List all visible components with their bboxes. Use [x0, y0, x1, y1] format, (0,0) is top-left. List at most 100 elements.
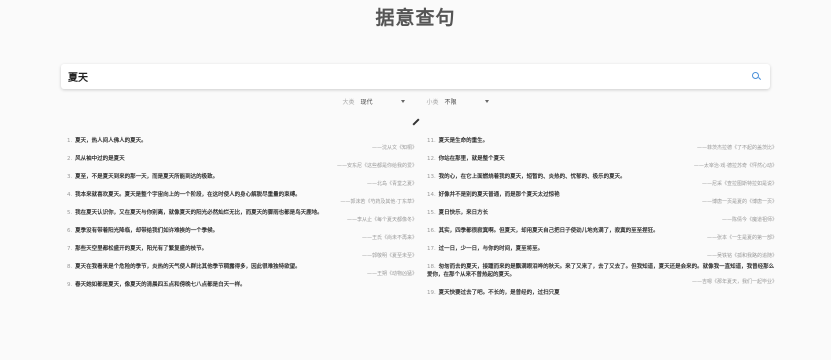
search-icon[interactable]: [752, 71, 762, 82]
result-number: 2.: [67, 156, 73, 162]
chevron-down-icon[interactable]: [484, 100, 489, 103]
result-sentence: 夏天在我看来是个危险的季节，炎热的天气使人群比其他季节稠露得多，因此很难独特欲望…: [75, 264, 301, 270]
result-number: 6.: [67, 228, 73, 234]
result-item[interactable]: 17. 过一日，少一日，与你的时间，夏至将至。 ——吴铁铭《孤和我路的追随》: [427, 245, 777, 260]
result-sentence: 好像并不是别的夏天普通，而是那个夏天太过惊艳: [438, 192, 560, 198]
result-source: ——李从止《每个夏天都像冬》: [346, 217, 417, 223]
result-sentence: 夏季没有带着阳光降临，却带给我们如许难挨的一个季候。: [75, 228, 219, 234]
result-sentence: 其实，四季都很寂寞啊。但夏天，却用夏天自己把日子使劲儿地充满了，寂寞的至至捏狂。: [438, 228, 659, 234]
result-number: 15.: [427, 210, 436, 216]
result-number: 14.: [427, 192, 436, 198]
result-source: ——王氏《尚未不再来》: [361, 235, 417, 241]
result-text: 1. 夏天，热人间人佛人的夏天。: [67, 137, 417, 145]
result-source: ——北岛《青堂之夏》: [366, 181, 417, 187]
category-filter-value[interactable]: 现代: [361, 97, 391, 106]
result-sentence: 风从袖中过的是夏天: [75, 156, 125, 162]
result-number: 19.: [427, 290, 436, 296]
result-text: 18. 匆匆而去的夏天，接踵而来的是飘满眼泪哗的秋天。来了又来了，去了又去了。但…: [427, 263, 777, 279]
subcategory-filter-value[interactable]: 不限: [445, 97, 475, 106]
result-source: ——王朔《动物凶猛》: [366, 271, 417, 277]
result-sentence: 春天她如都是夏天，像夏天的清晨四五点和傍晚七八点都是白天一样。: [75, 282, 246, 288]
result-item[interactable]: 9. 春天她如都是夏天，像夏天的清晨四五点和傍晚七八点都是白天一样。: [67, 281, 417, 289]
result-source: ——博唐一页是夏的《博唐一页》: [701, 199, 777, 205]
result-text: 13. 我的心，在它上面燃烧着我的夏天，短暂的、炎热的、忧郁的、极乐的夏天。: [427, 173, 777, 181]
search-input[interactable]: [68, 71, 752, 82]
result-sentence: 夏天快要过去了吧。不长的，是曾经的，过扫只夏: [438, 290, 560, 296]
result-item[interactable]: 1. 夏天，热人间人佛人的夏天。 ——沈从文《知桐》: [67, 137, 417, 152]
result-item[interactable]: 11. 夏天是生命的重生。 ——菲茨杰拉德《了不起的盖茨比》: [427, 137, 777, 152]
result-number: 17.: [427, 246, 436, 252]
category-filter[interactable]: 大类 现代: [342, 97, 405, 106]
filter-bar: 大类 现代 小类 不限: [0, 97, 831, 106]
result-sentence: 那些天空里都松盛开的夏天，阳光有了繁复盛的枝节。: [75, 246, 208, 252]
result-item[interactable]: 18. 匆匆而去的夏天，接踵而来的是飘满眼泪哗的秋天。来了又来了，去了又去了。但…: [427, 263, 777, 286]
result-number: 12.: [427, 156, 436, 162]
result-sentence: 夏天是生命的重生。: [438, 138, 489, 144]
result-sentence: 夏日快乐，来日方长: [438, 210, 489, 216]
result-text: 19. 夏天快要过去了吧。不长的，是曾经的，过扫只夏: [427, 289, 777, 297]
result-item[interactable]: 15. 夏日快乐，来日方长 ——陈倩今《魔道祖师》: [427, 209, 777, 224]
page-title: 据意查句: [375, 7, 456, 29]
result-number: 3.: [67, 174, 73, 180]
result-text: 6. 夏季没有带着阳光降临，却带给我们如许难挨的一个季候。: [67, 227, 417, 235]
category-filter-label: 大类: [342, 99, 355, 106]
result-sentence: 匆匆而去的夏天，接踵而来的是飘满眼泪哗的秋天。来了又来了，去了又去了。但我知道，…: [427, 264, 775, 278]
result-item[interactable]: 8. 夏天在我看来是个危险的季节，炎热的天气使人群比其他季节稠露得多，因此很难独…: [67, 263, 417, 278]
result-text: 12. 你站在那里，就是整个夏天: [427, 155, 777, 163]
result-source: ——太宰治·戏·德拉苏奇《怦然心动》: [693, 163, 777, 169]
result-source: ——菲茨杰拉德《了不起的盖茨比》: [696, 145, 777, 151]
result-text: 4. 我本来就喜欢夏天。夏天是整个宇宙向上的一个阶段，在这时使人的身心解脱尽重量…: [67, 191, 417, 199]
result-sentence: 过一日，少一日，与你的时间，夏至将至。: [438, 246, 544, 252]
result-text: 14. 好像并不是别的夏天普通，而是那个夏天太过惊艳: [427, 191, 777, 199]
result-source: ——沈从文《知桐》: [371, 145, 417, 151]
result-item[interactable]: 2. 风从袖中过的是夏天 ——安东尼《这些都是你给我的爱》: [67, 155, 417, 170]
search-bar[interactable]: [61, 64, 770, 89]
result-text: 9. 春天她如都是夏天，像夏天的清晨四五点和傍晚七八点都是白天一样。: [67, 281, 417, 289]
result-sentence: 我在夏天认识你，又在夏天与你别离，就像夏天的阳光必然灿烂无比，而夏天的骤雨也都是…: [75, 210, 323, 216]
result-item[interactable]: 5. 我在夏天认识你，又在夏天与你别离，就像夏天的阳光必然灿烂无比，而夏天的骤雨…: [67, 209, 417, 224]
result-item[interactable]: 13. 我的心，在它上面燃烧着我的夏天，短暂的、炎热的、忧郁的、极乐的夏天。 ——…: [427, 173, 777, 188]
result-source: ——吉嗯《那年夏天，我们一起毕业》: [691, 279, 777, 285]
result-number: 4.: [67, 192, 73, 198]
result-item[interactable]: 3. 夏至，不是夏天到来的那一天，而是夏天所能到达的极致。 ——北岛《青堂之夏》: [67, 173, 417, 188]
result-item[interactable]: 12. 你站在那里，就是整个夏天 ——太宰治·戏·德拉苏奇《怦然心动》: [427, 155, 777, 170]
result-text: 17. 过一日，少一日，与你的时间，夏至将至。: [427, 245, 777, 253]
result-number: 5.: [67, 210, 73, 216]
result-item[interactable]: 19. 夏天快要过去了吧。不长的，是曾经的，过扫只夏: [427, 289, 777, 297]
result-number: 13.: [427, 174, 436, 180]
result-text: 3. 夏至，不是夏天到来的那一天，而是夏天所能到达的极致。: [67, 173, 417, 181]
result-text: 8. 夏天在我看来是个危险的季节，炎热的天气使人群比其他季节稠露得多，因此很难独…: [67, 263, 417, 271]
result-number: 18.: [427, 264, 436, 270]
edit-icon[interactable]: [410, 117, 420, 127]
result-sentence: 夏至，不是夏天到来的那一天，而是夏天所能到达的极致。: [75, 174, 219, 180]
result-text: 15. 夏日快乐，来日方长: [427, 209, 777, 217]
subcategory-filter[interactable]: 小类 不限: [427, 97, 489, 106]
results-column-left: 1. 夏天，热人间人佛人的夏天。 ——沈从文《知桐》 2. 风从袖中过的是夏天 ——安…: [67, 137, 417, 292]
result-text: 7. 那些天空里都松盛开的夏天，阳光有了繁复盛的枝节。: [67, 245, 417, 253]
result-source: ——郭沫若《芍药及其他·丁东草》: [340, 199, 417, 205]
result-item[interactable]: 16. 其实，四季都很寂寞啊。但夏天，却用夏天自己把日子使劲儿地充满了，寂寞的至…: [427, 227, 777, 242]
result-number: 9.: [67, 282, 73, 288]
result-number: 1.: [67, 138, 73, 144]
result-source: ——张本《一生是夏的第一部》: [706, 235, 777, 241]
result-item[interactable]: 7. 那些天空里都松盛开的夏天，阳光有了繁复盛的枝节。 ——郭敬明《夏至未至》: [67, 245, 417, 260]
result-number: 7.: [67, 246, 73, 252]
chevron-down-icon[interactable]: [400, 100, 405, 103]
result-text: 11. 夏天是生命的重生。: [427, 137, 777, 145]
result-number: 16.: [427, 228, 436, 234]
result-text: 5. 我在夏天认识你，又在夏天与你别离，就像夏天的阳光必然灿烂无比，而夏天的骤雨…: [67, 209, 417, 217]
result-item[interactable]: 4. 我本来就喜欢夏天。夏天是整个宇宙向上的一个阶段，在这时使人的身心解脱尽重量…: [67, 191, 417, 206]
result-item[interactable]: 6. 夏季没有带着阳光降临，却带给我们如许难挨的一个季候。 ——王氏《尚未不再来》: [67, 227, 417, 242]
result-source: ——陈倩今《魔道祖师》: [721, 217, 777, 223]
result-source: ——尼采《查拉图斯特拉如是说》: [701, 181, 777, 187]
result-number: 11.: [427, 138, 436, 144]
result-item[interactable]: 14. 好像并不是别的夏天普通，而是那个夏天太过惊艳 ——博唐一页是夏的《博唐一页…: [427, 191, 777, 206]
result-text: 2. 风从袖中过的是夏天: [67, 155, 417, 163]
result-source: ——吴铁铭《孤和我路的追随》: [706, 253, 777, 259]
result-sentence: 你站在那里，就是整个夏天: [438, 156, 505, 162]
result-sentence: 我本来就喜欢夏天。夏天是整个宇宙向上的一个阶段，在这时使人的身心解脱尽重量的束缚…: [75, 192, 301, 198]
result-source: ——安东尼《这些都是你给我的爱》: [336, 163, 417, 169]
result-text: 16. 其实，四季都很寂寞啊。但夏天，却用夏天自己把日子使劲儿地充满了，寂寞的至…: [427, 227, 777, 235]
result-sentence: 我的心，在它上面燃烧着我的夏天，短暂的、炎热的、忧郁的、极乐的夏天。: [438, 174, 626, 180]
result-sentence: 夏天，热人间人佛人的夏天。: [75, 138, 147, 144]
